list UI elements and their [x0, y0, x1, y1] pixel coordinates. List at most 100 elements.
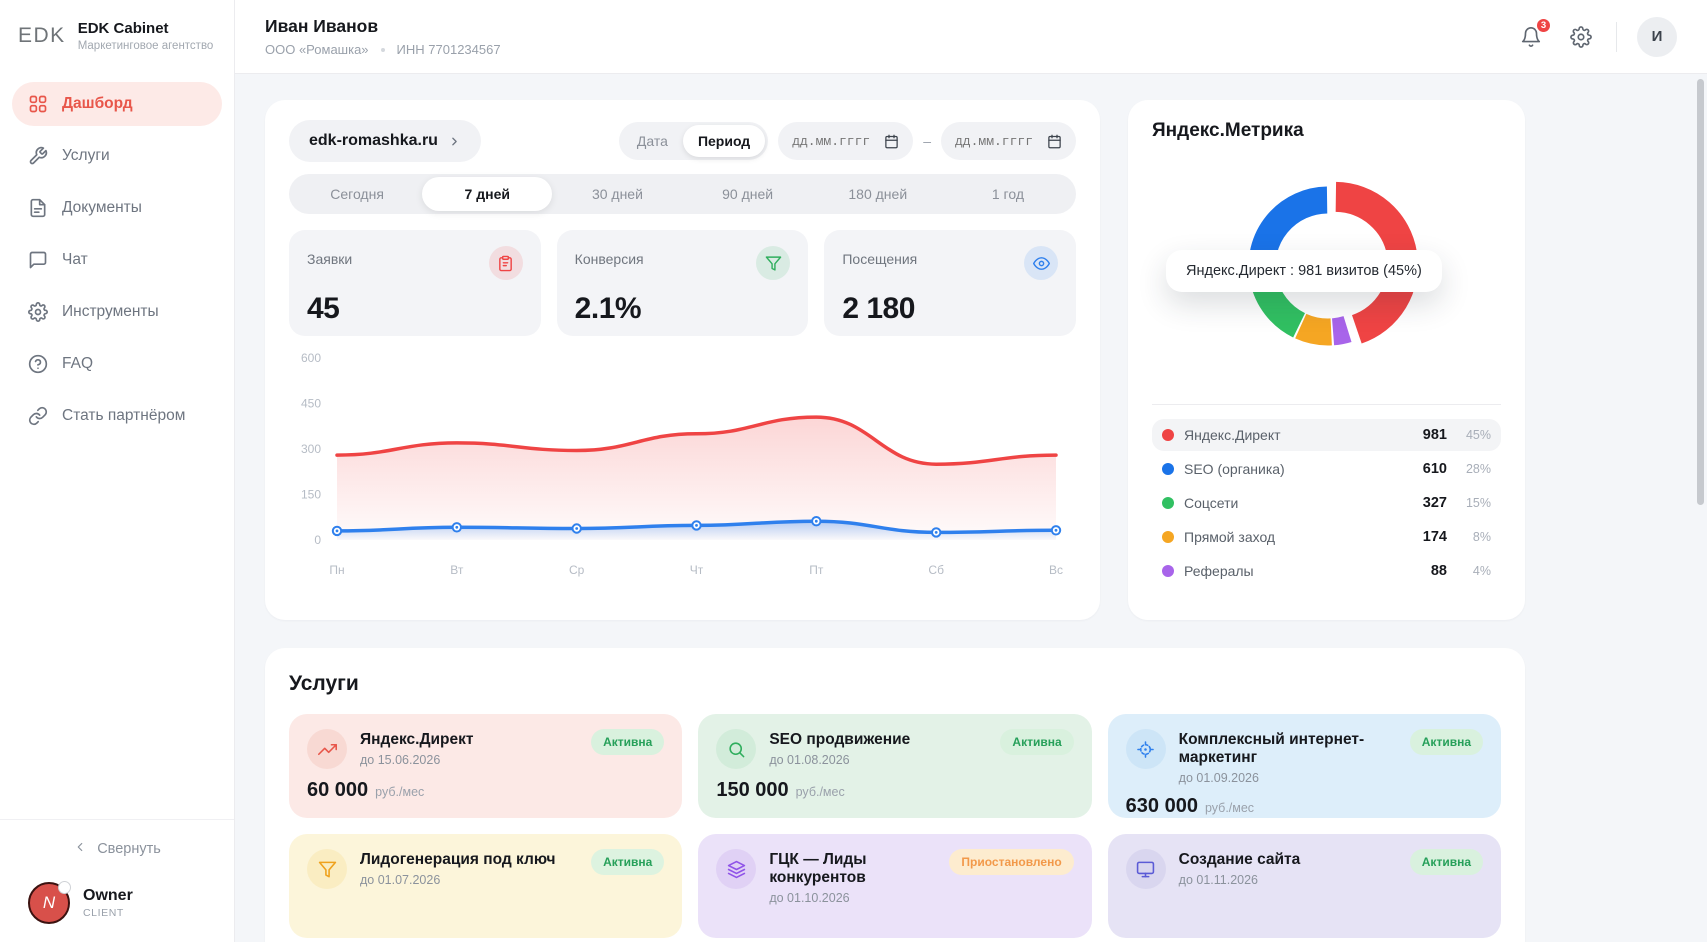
stat-card-conversion: Конверсия 2.1% [556, 230, 809, 336]
svg-text:Ср: Ср [569, 563, 585, 577]
role-subtitle: CLIENT [83, 907, 124, 919]
service-card-lead-generation[interactable]: Лидогенерация под ключ до 01.07.2026 Акт… [289, 834, 683, 938]
status-badge: Активна [1409, 849, 1483, 875]
funnel-icon [756, 246, 791, 280]
notifications-button[interactable]: 3 [1516, 16, 1552, 52]
funnel-icon [307, 849, 347, 889]
legend-row-referrals[interactable]: Рефералы 88 4% [1152, 555, 1501, 587]
svg-text:Вт: Вт [450, 563, 464, 577]
sidebar-item-services[interactable]: Услуги [12, 134, 222, 178]
role-avatar-initial: N [42, 893, 56, 912]
stat-value: 2 180 [842, 292, 915, 325]
analytics-controls: edk-romashka.ru Дата Период дд.мм.гггг –… [289, 120, 1076, 162]
status-badge: Активна [1409, 729, 1483, 755]
layers-icon [716, 849, 757, 889]
site-name: edk-romashka.ru [309, 132, 438, 149]
legend-dot [1162, 463, 1174, 475]
role-text: Owner CLIENT [83, 887, 133, 919]
svg-text:450: 450 [301, 397, 321, 411]
period-tab-30d[interactable]: 30 дней [552, 177, 682, 211]
site-selector[interactable]: edk-romashka.ru [289, 120, 481, 162]
services-grid: Яндекс.Директ до 15.06.2026 Активна 60 0… [289, 714, 1501, 938]
legend-row-yandex-direct[interactable]: Яндекс.Директ 981 45% [1152, 419, 1501, 451]
app-window: EDK EDK Cabinet Маркетинговое агентство … [0, 0, 1707, 942]
stat-label: Посещения [842, 251, 918, 267]
company-name: ООО «Ромашка» [265, 42, 369, 57]
period-mode-button[interactable]: Период [682, 125, 766, 157]
legend-row-social[interactable]: Соцсети 327 15% [1152, 487, 1501, 519]
period-tab-1y[interactable]: 1 год [943, 177, 1073, 211]
sidebar-item-label: Дашборд [62, 95, 133, 112]
svg-text:Пн: Пн [329, 563, 344, 577]
settings-button[interactable] [1566, 22, 1596, 52]
date-from-field[interactable] [778, 122, 914, 160]
service-card-website-creation[interactable]: Создание сайта до 01.11.2026 Активна [1107, 834, 1501, 938]
chevron-left-icon [73, 840, 87, 858]
services-title: Услуги [289, 672, 359, 695]
sidebar-item-chat[interactable]: Чат [12, 238, 222, 282]
sidebar-item-dashboard[interactable]: Дашборд [12, 82, 222, 126]
role-avatar: N [28, 881, 71, 924]
period-tab-7d[interactable]: 7 дней [422, 177, 553, 211]
brand: EDK EDK Cabinet Маркетинговое агентство [0, 0, 234, 70]
svg-text:150: 150 [301, 488, 321, 502]
sidebar-item-label: Чат [62, 251, 88, 268]
legend-dot [1162, 531, 1174, 543]
status-badge: Активна [591, 849, 665, 875]
stat-value: 2.1% [574, 292, 642, 325]
topbar-actions: 3 И [1516, 16, 1677, 57]
sidebar-item-label: Документы [62, 199, 142, 216]
sidebar-item-documents[interactable]: Документы [12, 186, 222, 230]
date-to-input[interactable] [955, 133, 1039, 149]
svg-text:Сб: Сб [928, 563, 944, 577]
date-mode-button[interactable]: Дата [622, 125, 683, 157]
service-card-yandex-direct[interactable]: Яндекс.Директ до 15.06.2026 Активна 60 0… [289, 714, 683, 818]
period-tab-today[interactable]: Сегодня [292, 177, 422, 211]
sidebar-item-become-partner[interactable]: Стать партнёром [12, 394, 222, 438]
wrench-icon [28, 146, 48, 166]
eye-icon [1024, 246, 1059, 280]
date-from-input[interactable] [792, 133, 877, 149]
stat-value: 45 [307, 292, 340, 325]
yandex-metrika-panel: Яндекс.Метрика Яндекс.Директ : 981 визит… [1128, 100, 1525, 620]
link-icon [28, 406, 48, 426]
sidebar-item-label: Инструменты [62, 303, 159, 320]
period-tab-180d[interactable]: 180 дней [813, 177, 943, 211]
chevron-right-icon [452, 137, 457, 145]
user-avatar[interactable]: И [1637, 16, 1677, 57]
legend-row-direct-visits[interactable]: Прямой заход 174 8% [1152, 521, 1501, 553]
topbar: Иван Иванов ООО «Ромашка» ИНН 7701234567… [235, 0, 1707, 74]
legend-dot [1162, 497, 1174, 509]
stat-card-leads: Заявки 45 [289, 230, 541, 336]
role-switcher[interactable]: N Owner CLIENT [0, 858, 234, 928]
scrollbar[interactable] [1697, 79, 1704, 505]
status-badge: Активна [591, 729, 665, 755]
collapse-label: Свернуть [97, 841, 161, 857]
svg-text:0: 0 [314, 533, 321, 547]
chart-tooltip: Яндекс.Директ : 981 визитов (45%) [1166, 250, 1442, 292]
sidebar-item-faq[interactable]: FAQ [12, 342, 222, 386]
trend-up-icon [307, 729, 347, 769]
legend-dot [1162, 429, 1174, 441]
collapse-sidebar-button[interactable]: Свернуть [0, 840, 234, 858]
period-tab-90d[interactable]: 90 дней [683, 177, 813, 211]
traffic-legend: Яндекс.Директ 981 45% SEO (органика) 610… [1152, 419, 1501, 587]
chat-icon [28, 250, 48, 270]
sidebar-item-tools[interactable]: Инструменты [12, 290, 222, 334]
traffic-donut-chart[interactable]: Яндекс.Директ : 981 визитов (45%) [1152, 146, 1501, 392]
question-icon [28, 354, 48, 374]
service-card-complex-marketing[interactable]: Комплексный интернет-маркетинг до 01.09.… [1107, 714, 1501, 818]
gear-icon [28, 302, 48, 322]
sidebar-item-label: Услуги [62, 147, 110, 164]
stat-label: Конверсия [574, 251, 644, 267]
search-icon [716, 729, 757, 769]
date-to-field[interactable] [941, 122, 1076, 160]
sidebar-footer: Свернуть N Owner CLIENT [0, 819, 234, 942]
user-subline: ООО «Ромашка» ИНН 7701234567 [265, 42, 501, 57]
role-name: Owner [83, 887, 133, 904]
svg-text:Пт: Пт [809, 563, 824, 577]
service-card-competitor-leads[interactable]: ГЦК — Лиды конкурентов до 01.10.2026 При… [698, 834, 1092, 938]
service-card-seo[interactable]: SEO продвижение до 01.08.2026 Активна 15… [698, 714, 1092, 818]
legend-row-seo[interactable]: SEO (органика) 610 28% [1152, 453, 1501, 485]
stat-card-visits: Посещения 2 180 [824, 230, 1077, 336]
